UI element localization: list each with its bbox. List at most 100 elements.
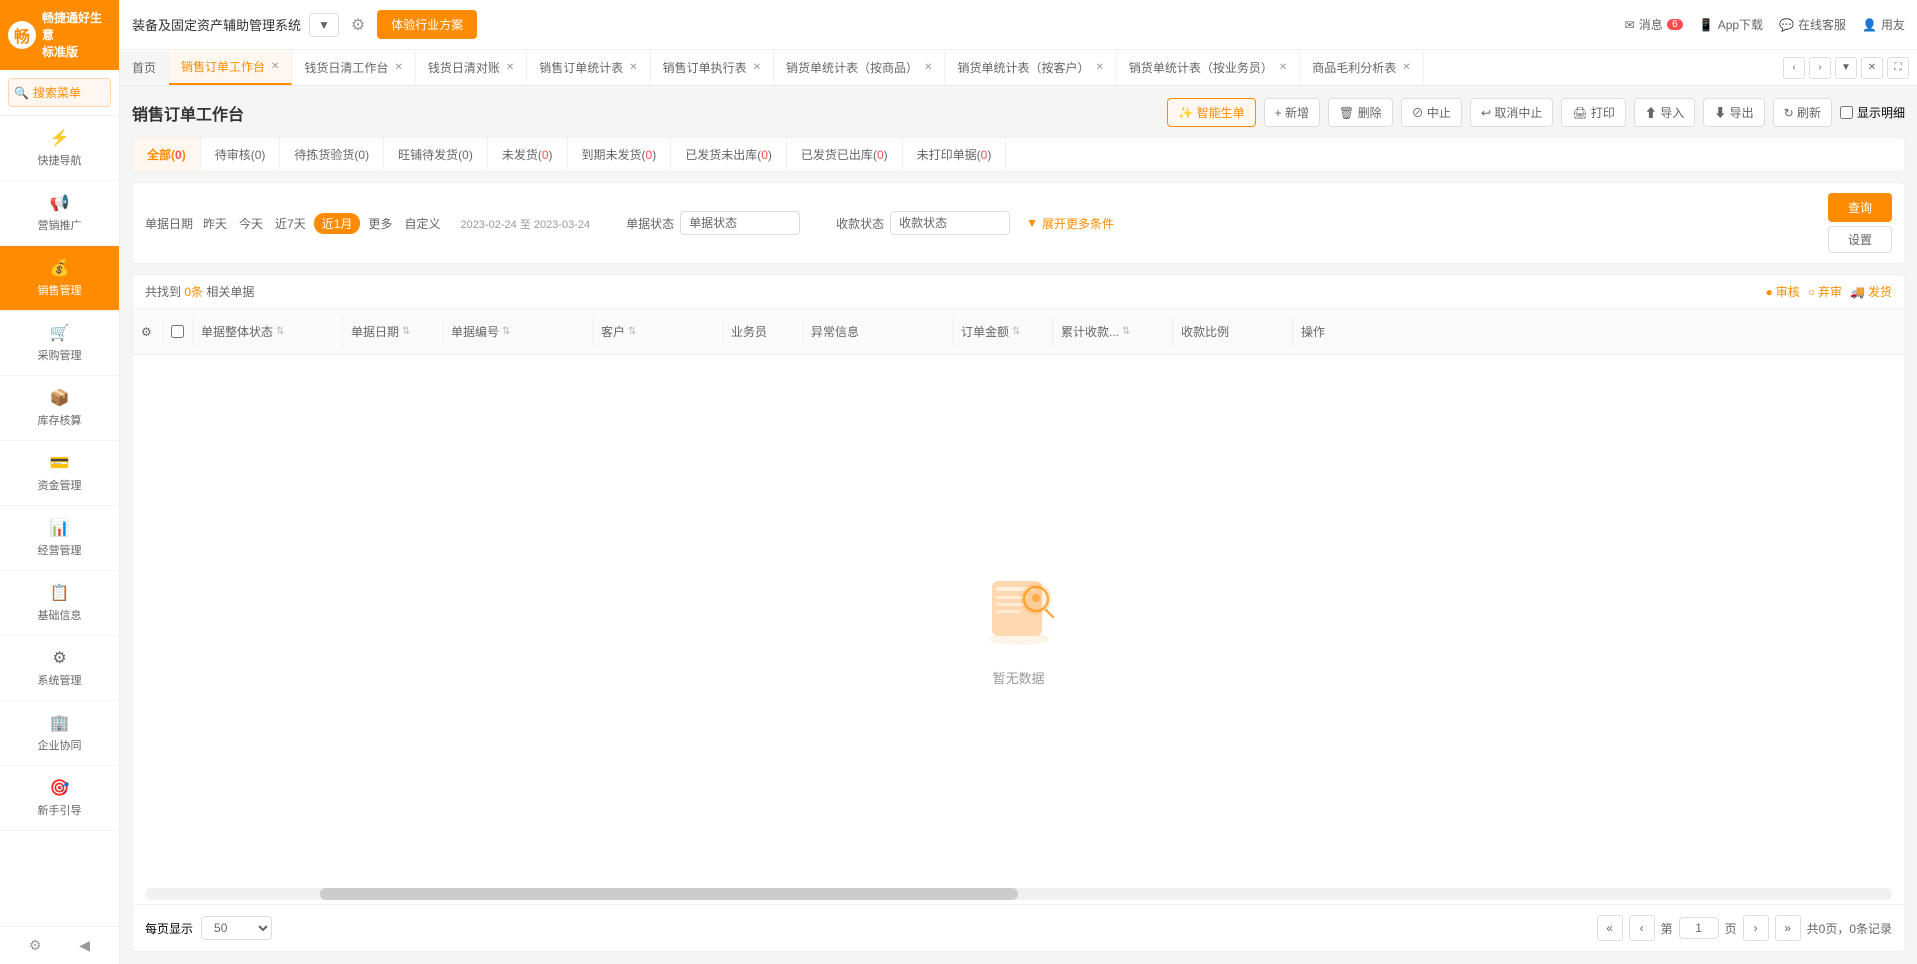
tab-fullscreen-button[interactable]: ⛶ [1887,57,1909,79]
tab-more-button[interactable]: ▼ [1835,57,1857,79]
import-button[interactable]: ⬆ 导入 [1634,98,1695,127]
delete-button[interactable]: 🗑 删除 [1328,98,1393,127]
subtab-all[interactable]: 全部(0) [133,138,201,171]
subtab-shipped-out[interactable]: 已发货已出库(0) [787,138,903,171]
tab-close-sales-exec[interactable]: ✕ [753,62,761,73]
sort-amount-icon[interactable]: ⇅ [1012,326,1020,337]
filter-query-button[interactable]: 查询 [1828,193,1892,222]
tab-close-cash-daily[interactable]: ✕ [394,62,402,73]
tab-scroll-left-button[interactable]: ‹ [1783,57,1805,79]
pagination-last-button[interactable]: » [1775,915,1801,941]
tab-scroll-right-button[interactable]: › [1809,57,1831,79]
th-checkbox[interactable] [163,317,193,346]
system-dropdown-button[interactable]: ▼ [309,13,339,37]
subtab-not-printed[interactable]: 未打印单据(0) [903,138,1007,171]
sidebar-item-quick-nav[interactable]: ⚡ 快捷导航 [0,116,119,181]
sidebar-item-operations[interactable]: 📊 经营管理 [0,506,119,571]
per-page-select[interactable]: 50 10 20 100 [201,916,272,940]
sidebar-collapse-button[interactable]: ◀ [79,937,90,954]
tab-close-cash-reconcile[interactable]: ✕ [506,62,514,73]
subtab-pending-review[interactable]: 待审核(0) [201,138,281,171]
tab-sales-stat-product[interactable]: 销货单统计表（按商品） ✕ [774,51,945,84]
sidebar-item-purchase[interactable]: 🛒 采购管理 [0,311,119,376]
page-number-input[interactable] [1679,917,1719,939]
sidebar-item-system[interactable]: ⚙ 系统管理 [0,636,119,701]
tab-close-sales-stat-customer[interactable]: ✕ [1095,62,1103,73]
sort-customer-icon[interactable]: ⇅ [628,326,636,337]
filter-status-select[interactable]: 单据状态 [680,211,800,235]
pagination-prev-button[interactable]: ‹ [1629,915,1655,941]
filter-date-today[interactable]: 今天 [235,213,267,234]
export-button[interactable]: ⬇ 导出 [1703,98,1764,127]
app-download-button[interactable]: 📱 App下载 [1699,16,1763,33]
operations-icon: 📊 [50,518,70,538]
pagination-first-button[interactable]: « [1597,915,1623,941]
sidebar-item-sales[interactable]: 💰 销售管理 [0,246,119,311]
suspend-button[interactable]: ⊘ 中止 [1401,98,1462,127]
sidebar-item-inventory[interactable]: 📦 库存核算 [0,376,119,441]
horizontal-scrollbar[interactable] [145,888,1892,900]
subtab-not-shipped[interactable]: 未发货(0) [488,138,568,171]
filter-expand-button[interactable]: ▼ 展开更多条件 [1026,215,1114,232]
message-badge: 6 [1667,19,1683,30]
review-button[interactable]: ● 审核 [1766,283,1800,300]
select-all-checkbox[interactable] [171,325,184,338]
filter-date-custom[interactable]: 自定义 [400,213,444,234]
table-header: ⚙ 单据整体状态 ⇅ 单据日期 ⇅ 单据编号 ⇅ 客户 ⇅ [133,309,1904,355]
tab-sales-workbench[interactable]: 销售订单工作台 ✕ [169,50,292,85]
tab-sales-exec[interactable]: 销售订单执行表 ✕ [651,51,774,84]
sort-number-icon[interactable]: ⇅ [502,326,510,337]
filter-settings-button[interactable]: 设置 [1828,226,1892,253]
user-menu-button[interactable]: 👤 用友 [1862,16,1905,33]
subtab-pending-inspect[interactable]: 待拣货验货(0) [280,138,384,171]
scrollbar-thumb[interactable] [320,888,1019,900]
tab-close-gross-profit[interactable]: ✕ [1402,62,1410,73]
smart-create-button[interactable]: ✨ 智能生单 [1167,98,1255,127]
sidebar-item-newbie[interactable]: 🎯 新手引导 [0,766,119,831]
cancel-suspend-button[interactable]: ↩ 取消中止 [1470,98,1553,127]
tab-home[interactable]: 首页 [120,51,169,84]
print-button[interactable]: 🖨 打印 [1561,98,1626,127]
tab-gross-profit[interactable]: 商品毛利分析表 ✕ [1300,51,1423,84]
sidebar-settings-button[interactable]: ⚙ [29,937,42,954]
filter-date-1month[interactable]: 近1月 [314,213,361,234]
sidebar-item-basic[interactable]: 📋 基础信息 [0,571,119,636]
newbie-icon: 🎯 [50,778,70,798]
sort-date-icon[interactable]: ⇅ [402,326,410,337]
search-menu-button[interactable]: 🔍 搜索菜单 [8,78,111,107]
show-detail-checkbox[interactable] [1840,106,1853,119]
subtab-shipped-not-out[interactable]: 已发货未出库(0) [671,138,787,171]
tab-sales-stat-staff[interactable]: 销货单统计表（按业务员） ✕ [1117,51,1300,84]
tab-close-sales-stat-product[interactable]: ✕ [924,62,932,73]
tab-cash-reconcile[interactable]: 钱货日清对账 ✕ [416,51,527,84]
filter-date-yesterday[interactable]: 昨天 [199,213,231,234]
filter-payment-select[interactable]: 收款状态 [890,211,1010,235]
filter-date-more[interactable]: 更多 [364,213,396,234]
tab-sales-stats[interactable]: 销售订单统计表 ✕ [527,51,650,84]
tab-sales-stat-customer[interactable]: 销货单统计表（按客户） ✕ [945,51,1116,84]
trial-button[interactable]: 体验行业方案 [377,10,477,39]
tab-close-sales-workbench[interactable]: ✕ [271,61,279,72]
show-detail-label[interactable]: 显示明细 [1840,104,1905,121]
sort-status-icon[interactable]: ⇅ [276,326,284,337]
tab-close-sales-stat-staff[interactable]: ✕ [1279,62,1287,73]
un-review-button[interactable]: ○ 弃审 [1808,283,1842,300]
sidebar-item-marketing[interactable]: 📢 营销推广 [0,181,119,246]
ship-button[interactable]: 🚚 发货 [1850,283,1892,300]
refresh-button[interactable]: ↻ 刷新 [1773,98,1832,127]
message-button[interactable]: ✉ 消息 6 [1625,16,1683,33]
sidebar-item-finance[interactable]: 💳 资金管理 [0,441,119,506]
online-service-button[interactable]: 💬 在线客服 [1779,16,1846,33]
pagination-next-button[interactable]: › [1743,915,1769,941]
subtab-wangpu[interactable]: 旺铺待发货(0) [384,138,488,171]
subtab-overdue-not-shipped[interactable]: 到期未发货(0) [568,138,672,171]
tab-cash-daily[interactable]: 钱货日清工作台 ✕ [292,51,415,84]
tab-close-sales-stats[interactable]: ✕ [629,62,637,73]
topbar-settings-button[interactable]: ⚙ [347,11,369,39]
tab-close-all-button[interactable]: ✕ [1861,57,1883,79]
sidebar-item-enterprise[interactable]: 🏢 企业协同 [0,701,119,766]
th-settings[interactable]: ⚙ [133,317,163,346]
add-button[interactable]: + 新增 [1264,98,1320,127]
sort-collected-icon[interactable]: ⇅ [1122,326,1130,337]
filter-date-7days[interactable]: 近7天 [271,213,310,234]
